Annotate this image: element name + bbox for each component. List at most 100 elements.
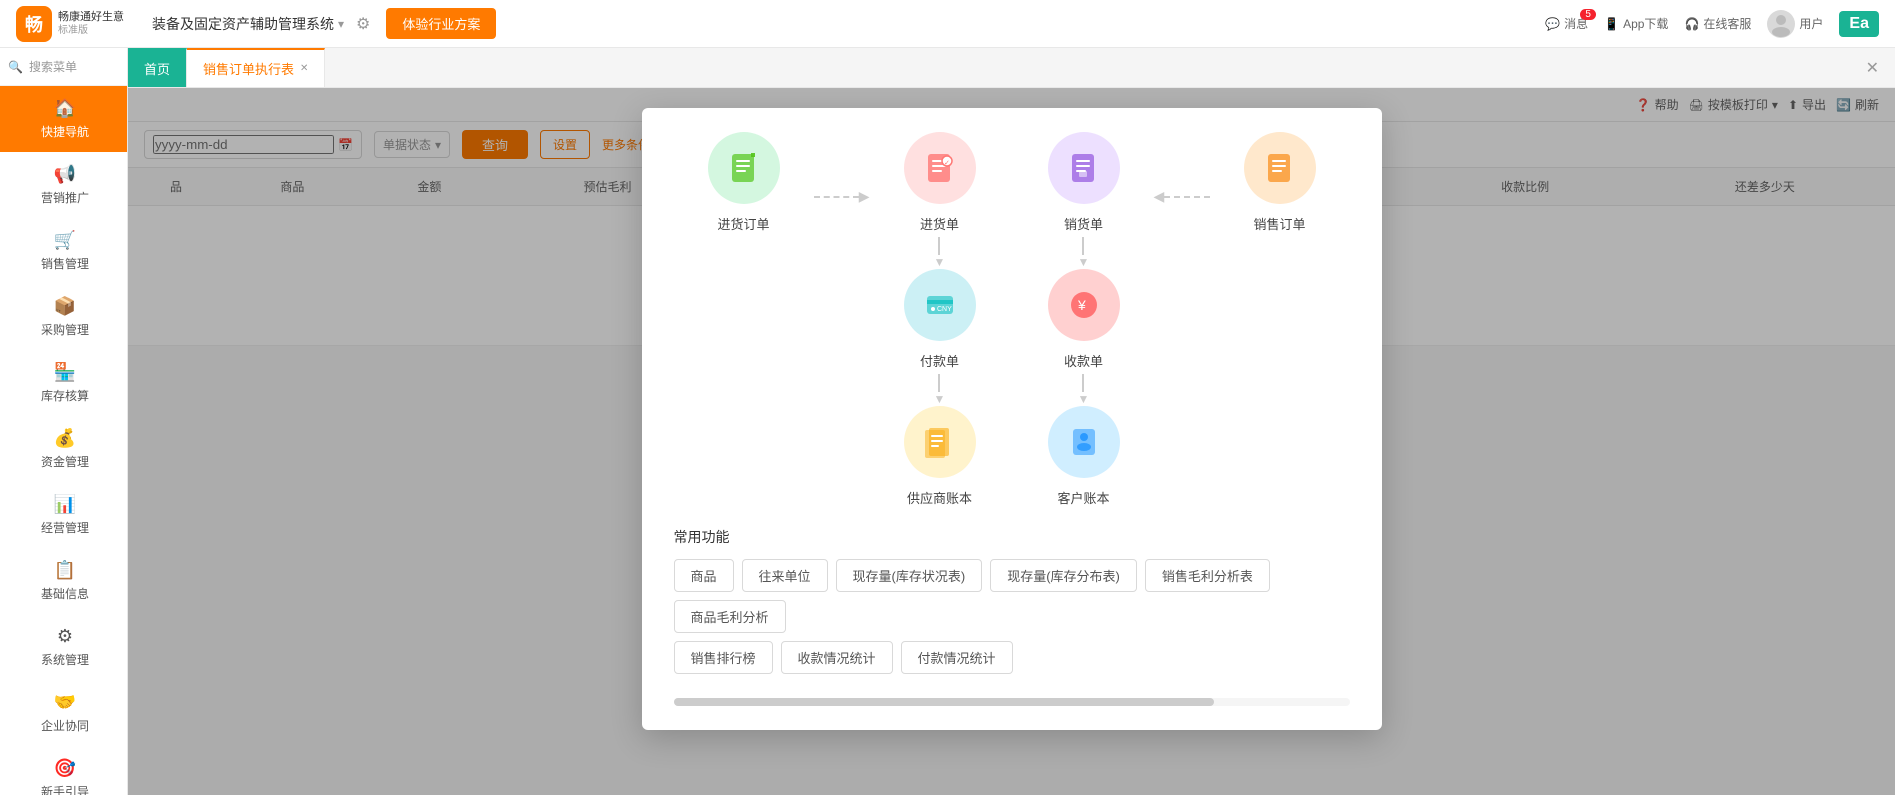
popup-scrollbar[interactable] [674, 686, 1350, 706]
quick-btn-stock-dist[interactable]: 现存量(库存分布表) [990, 559, 1137, 592]
sidebar-item-operation[interactable]: 📊 经营管理 [0, 482, 127, 548]
top-right: 💬 消息 5 📱 App下载 🎧 在线客服 用户 Ea [1545, 10, 1879, 38]
sidebar-label-inventory: 库存核算 [41, 387, 89, 404]
sales-order-tab-label: 销售订单执行表 [203, 59, 294, 78]
headset-icon: 🎧 [1684, 17, 1699, 31]
quick-btn-stock-status[interactable]: 现存量(库存状况表) [836, 559, 983, 592]
quick-btn-receipt-stat[interactable]: 收款情况统计 [781, 641, 893, 674]
home-tab-label: 首页 [144, 59, 170, 78]
receipt-node[interactable]: ¥ [1048, 269, 1120, 341]
tab-home[interactable]: 首页 [128, 48, 187, 87]
trial-button[interactable]: 体验行业方案 [386, 8, 496, 39]
online-service-label: 在线客服 [1703, 15, 1751, 32]
search-icon: 🔍 [8, 60, 23, 74]
sidebar-label-purchase: 采购管理 [41, 321, 89, 338]
sidebar-label-newguide: 新手引导 [41, 783, 89, 795]
sidebar-item-purchase[interactable]: 📦 采购管理 [0, 284, 127, 350]
quick-buttons-row2: 销售排行榜 收款情况统计 付款情况统计 [674, 641, 1350, 674]
sidebar-label-sales: 销售管理 [41, 255, 89, 272]
quick-btn-sales-gross[interactable]: 销售毛利分析表 [1145, 559, 1270, 592]
message-item[interactable]: 💬 消息 5 [1545, 15, 1588, 32]
quick-nav-icon: 🏠 [54, 98, 76, 119]
logo-icon: 畅 [16, 6, 52, 42]
sidebar-item-inventory[interactable]: 🏪 库存核算 [0, 350, 127, 416]
tab-end-close-icon[interactable]: ✕ [1850, 48, 1895, 87]
sales-order-node2[interactable] [1244, 132, 1316, 204]
message-icon: 💬 [1545, 17, 1560, 31]
avatar [1767, 10, 1795, 38]
sales-order-label2: 销售订单 [1253, 214, 1305, 233]
quick-buttons: 商品 往来单位 现存量(库存状况表) 现存量(库存分布表) 销售毛利分析表 商品… [674, 559, 1350, 633]
supplier-account-label: 供应商账本 [907, 488, 972, 507]
sales-node[interactable] [1048, 132, 1120, 204]
payment-node[interactable]: CNY [904, 269, 976, 341]
receipt-label: 收款单 [1064, 351, 1103, 370]
sidebar-label-system: 系统管理 [41, 651, 89, 668]
customer-account-label: 客户账本 [1057, 488, 1109, 507]
user-name: 用户 [1799, 15, 1823, 32]
purchase-label: 进货单 [920, 214, 959, 233]
system-dropdown-icon[interactable]: ▾ [338, 17, 344, 31]
tab-sales-order[interactable]: 销售订单执行表 ✕ [187, 48, 325, 87]
quick-btn-product[interactable]: 商品 [674, 559, 734, 592]
sidebar-item-enterprise[interactable]: 🤝 企业协同 [0, 680, 127, 746]
customer-account-node[interactable] [1048, 406, 1120, 478]
sidebar-label-marketing: 营销推广 [41, 189, 89, 206]
sidebar-search[interactable]: 🔍 搜索菜单 [0, 48, 127, 86]
app-download-label: App下载 [1623, 15, 1668, 32]
ea-badge[interactable]: Ea [1839, 11, 1879, 37]
finance-icon: 💰 [54, 428, 76, 449]
enterprise-icon: 🤝 [54, 692, 76, 713]
sidebar-item-marketing[interactable]: 📢 营销推广 [0, 152, 127, 218]
online-service-item[interactable]: 🎧 在线客服 [1684, 15, 1751, 32]
sidebar-label-basic: 基础信息 [41, 585, 89, 602]
payment-label: 付款单 [920, 351, 959, 370]
svg-text:✓: ✓ [944, 160, 950, 167]
system-title-area: 装备及固定资产辅助管理系统 ▾ ⚙ [152, 14, 370, 34]
search-label: 搜索菜单 [29, 58, 77, 75]
quick-btn-product-gross[interactable]: 商品毛利分析 [674, 600, 786, 633]
settings-icon[interactable]: ⚙ [356, 14, 370, 34]
supplier-account-node[interactable] [904, 406, 976, 478]
sidebar-item-basic[interactable]: 📋 基础信息 [0, 548, 127, 614]
popup-overlay: 进货订单 ▶ ✓ [128, 88, 1895, 795]
sidebar: 🔍 搜索菜单 🏠 快捷导航 📢 营销推广 🛒 销售管理 📦 采购管理 🏪 [0, 48, 128, 795]
operation-icon: 📊 [54, 494, 76, 515]
tab-close-icon[interactable]: ✕ [300, 63, 308, 74]
purchase-node[interactable]: ✓ [904, 132, 976, 204]
system-icon: ⚙ [57, 626, 73, 647]
basic-icon: 📋 [54, 560, 76, 581]
quick-btn-payment-stat[interactable]: 付款情况统计 [901, 641, 1013, 674]
sidebar-item-sales[interactable]: 🛒 销售管理 [0, 218, 127, 284]
quick-title: 常用功能 [674, 527, 1350, 547]
sales-icon: 🛒 [54, 230, 76, 251]
svg-text:CNY: CNY [937, 306, 952, 313]
purchase-icon: 📦 [54, 296, 76, 317]
page-content: ❓ 帮助 🖨 按模板打印 ▾ ⬆ 导出 🔄 [128, 88, 1895, 795]
sidebar-label-finance: 资金管理 [41, 453, 89, 470]
purchase-order-label: 进货订单 [717, 214, 769, 233]
sidebar-label-enterprise: 企业协同 [41, 717, 89, 734]
popup: 进货订单 ▶ ✓ [642, 108, 1382, 730]
quick-btn-sales-rank[interactable]: 销售排行榜 [674, 641, 773, 674]
sidebar-item-system[interactable]: ⚙ 系统管理 [0, 614, 127, 680]
system-title: 装备及固定资产辅助管理系统 [152, 14, 334, 34]
sidebar-label-operation: 经营管理 [41, 519, 89, 536]
purchase-order-node[interactable] [708, 132, 780, 204]
sales-label: 销货单 [1064, 214, 1103, 233]
app-download-item[interactable]: 📱 App下载 [1604, 15, 1668, 32]
logo-area: 畅 畅康通好生意 标准版 [16, 6, 144, 42]
newguide-icon: 🎯 [54, 758, 76, 779]
sidebar-item-finance[interactable]: 💰 资金管理 [0, 416, 127, 482]
sidebar-label-quick-nav: 快捷导航 [41, 123, 89, 140]
user-item[interactable]: 用户 [1767, 10, 1823, 38]
quick-btn-partner[interactable]: 往来单位 [742, 559, 828, 592]
inventory-icon: 🏪 [54, 362, 76, 383]
logo-text: 畅康通好生意 标准版 [58, 10, 124, 37]
phone-icon: 📱 [1604, 17, 1619, 31]
svg-text:¥: ¥ [1077, 297, 1086, 313]
sidebar-item-quick-nav[interactable]: 🏠 快捷导航 [0, 86, 127, 152]
marketing-icon: 📢 [54, 164, 76, 185]
sidebar-item-newguide[interactable]: 🎯 新手引导 [0, 746, 127, 795]
message-badge: 5 [1580, 9, 1596, 20]
